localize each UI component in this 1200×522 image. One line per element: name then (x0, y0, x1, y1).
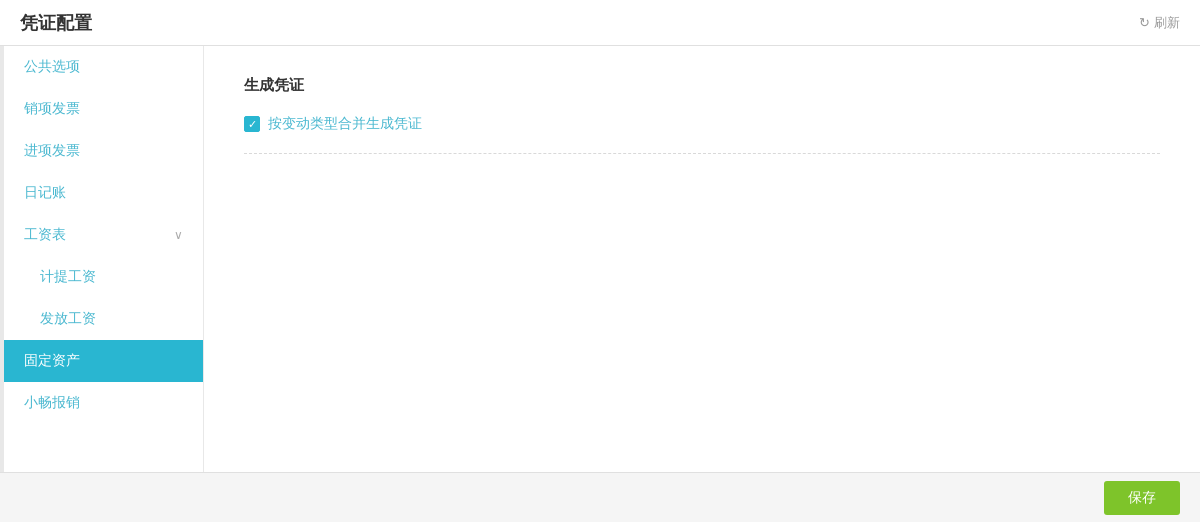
sidebar-label-purchase-invoice: 进项发票 (24, 142, 80, 160)
sidebar-label-fixed-assets: 固定资产 (24, 352, 80, 370)
sidebar: 公共选项 销项发票 进项发票 日记账 工资表 ∨ 计提工资 发放工资 固定资 (4, 46, 204, 472)
chevron-down-icon: ∨ (174, 228, 183, 242)
merge-by-type-checkbox[interactable] (244, 116, 260, 132)
main-body: 公共选项 销项发票 进项发票 日记账 工资表 ∨ 计提工资 发放工资 固定资 (0, 46, 1200, 472)
checkbox-row: 按变动类型合并生成凭证 (244, 115, 1160, 133)
sidebar-item-fixed-assets[interactable]: 固定资产 (4, 340, 203, 382)
page-wrapper: 凭证配置 ↻ 刷新 公共选项 销项发票 进项发票 日记账 工资表 ∨ (0, 0, 1200, 522)
save-button[interactable]: 保存 (1104, 481, 1180, 515)
refresh-label: 刷新 (1154, 14, 1180, 32)
sidebar-item-public-options[interactable]: 公共选项 (4, 46, 203, 88)
sidebar-item-pay-salary[interactable]: 发放工资 (4, 298, 203, 340)
refresh-button[interactable]: ↻ 刷新 (1139, 14, 1180, 32)
content-area: 生成凭证 按变动类型合并生成凭证 (204, 46, 1200, 472)
sidebar-item-purchase-invoice[interactable]: 进项发票 (4, 130, 203, 172)
footer: 保存 (0, 472, 1200, 522)
sidebar-label-public-options: 公共选项 (24, 58, 80, 76)
divider (244, 153, 1160, 154)
sidebar-item-payroll[interactable]: 工资表 ∨ (4, 214, 203, 256)
sidebar-item-sales-invoice[interactable]: 销项发票 (4, 88, 203, 130)
sidebar-label-journal: 日记账 (24, 184, 66, 202)
refresh-icon: ↻ (1139, 15, 1150, 30)
header: 凭证配置 ↻ 刷新 (0, 0, 1200, 46)
sidebar-label-calculate-salary: 计提工资 (40, 268, 96, 286)
sidebar-label-pay-salary: 发放工资 (40, 310, 96, 328)
merge-by-type-label: 按变动类型合并生成凭证 (268, 115, 422, 133)
sidebar-label-payroll: 工资表 (24, 226, 66, 244)
sidebar-label-sales-invoice: 销项发票 (24, 100, 80, 118)
sidebar-label-petty-cash: 小畅报销 (24, 394, 80, 412)
sidebar-item-calculate-salary[interactable]: 计提工资 (4, 256, 203, 298)
sidebar-item-journal[interactable]: 日记账 (4, 172, 203, 214)
page-title: 凭证配置 (20, 11, 92, 35)
sidebar-item-petty-cash[interactable]: 小畅报销 (4, 382, 203, 424)
section-title: 生成凭证 (244, 76, 1160, 95)
